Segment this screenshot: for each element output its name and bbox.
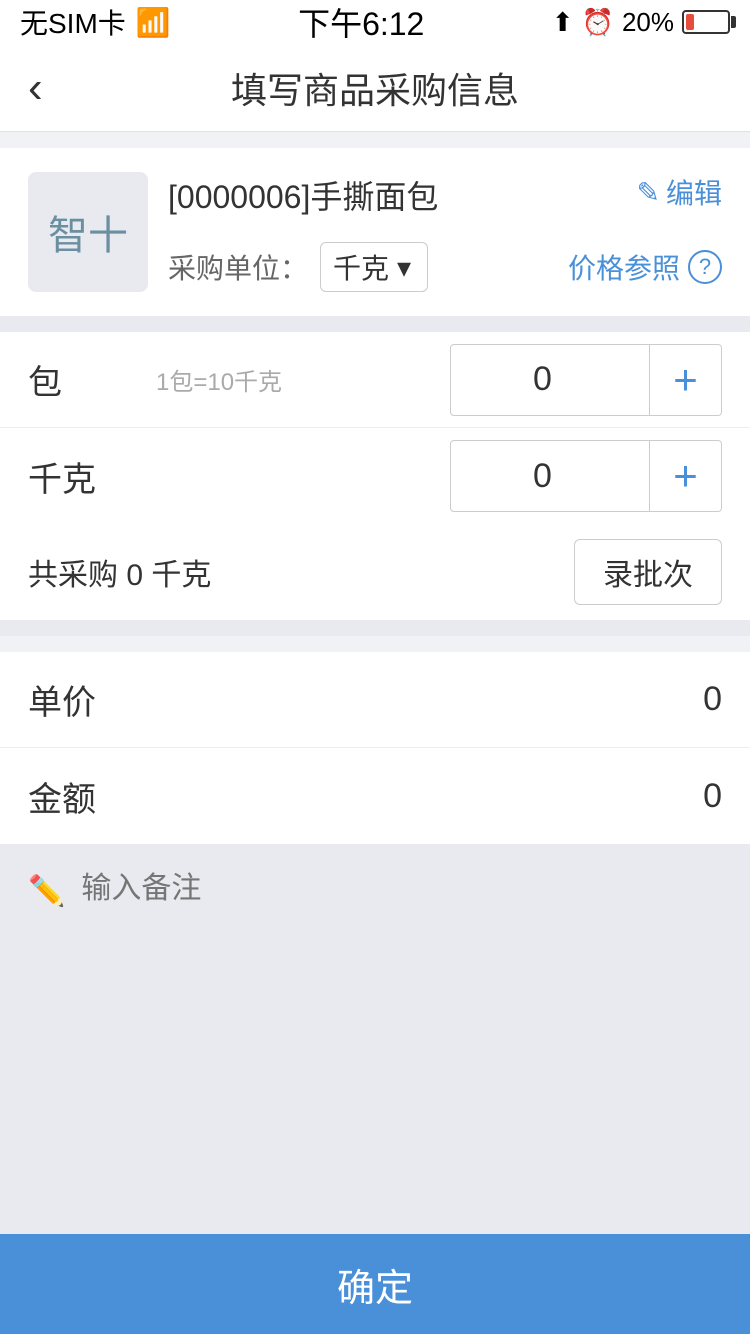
bao-sub: 1包=10千克 xyxy=(156,362,282,397)
product-image: 智十 xyxy=(28,172,148,292)
product-id: [0000006] xyxy=(168,179,310,215)
bao-label: 包 xyxy=(28,355,148,404)
unit-value: 千克 xyxy=(333,247,389,287)
kg-label: 千克 xyxy=(28,452,148,501)
product-name: [0000006]手撕面包 xyxy=(168,172,438,218)
product-logo: 智十 xyxy=(48,203,128,261)
bao-row: 包 1包=10千克 + xyxy=(0,332,750,428)
price-label: 单价 xyxy=(28,675,96,724)
remark-input[interactable] xyxy=(81,872,722,906)
product-unit-row: 采购单位： 千克 ▾ 价格参照 ? xyxy=(168,242,722,292)
unit-select[interactable]: 千克 ▾ xyxy=(320,242,428,292)
price-value: 0 xyxy=(703,680,722,719)
kg-qty-box: + xyxy=(450,440,722,512)
kg-input[interactable] xyxy=(450,440,650,512)
summary-text: 共采购 0 千克 xyxy=(28,550,211,594)
product-info: [0000006]手撕面包 ✎ 编辑 采购单位： 千克 ▾ 价格参照 ? xyxy=(168,172,722,292)
location-icon: ⬆ xyxy=(552,7,574,38)
back-button[interactable]: ‹ xyxy=(28,63,43,113)
price-section: 单价 0 金额 0 xyxy=(0,652,750,844)
input-section: 包 1包=10千克 + 千克 + xyxy=(0,332,750,524)
status-time: 下午6:12 xyxy=(298,0,424,45)
edit-label: 编辑 xyxy=(666,172,722,212)
unit-prefix: 采购单位： xyxy=(168,247,308,287)
pencil-icon: ✏️ xyxy=(28,874,65,909)
price-ref-button[interactable]: 价格参照 ? xyxy=(568,247,722,287)
confirm-button[interactable]: 确定 xyxy=(0,1234,750,1334)
bao-plus-button[interactable]: + xyxy=(650,344,722,416)
edit-icon: ✎ xyxy=(637,176,660,209)
price-ref-label: 价格参照 xyxy=(568,247,680,287)
product-title: 手撕面包 xyxy=(310,179,438,215)
product-card: 智十 [0000006]手撕面包 ✎ 编辑 采购单位： 千克 ▾ 价格参照 ? xyxy=(0,148,750,316)
page-title: 填写商品采购信息 xyxy=(231,62,519,114)
status-left: 无SIM卡 📶 xyxy=(20,2,171,42)
summary-row: 共采购 0 千克 录批次 xyxy=(0,524,750,620)
bao-input[interactable] xyxy=(450,344,650,416)
content-spacer xyxy=(0,964,750,1264)
divider-2 xyxy=(0,620,750,636)
amount-label: 金额 xyxy=(28,772,96,821)
batch-button[interactable]: 录批次 xyxy=(574,539,722,605)
bao-qty-box: + xyxy=(450,344,722,416)
battery-percent: 20% xyxy=(622,7,674,38)
product-name-row: [0000006]手撕面包 ✎ 编辑 xyxy=(168,172,722,218)
status-bar: 无SIM卡 📶 下午6:12 ⬆ ⏰ 20% xyxy=(0,0,750,44)
kg-row: 千克 + xyxy=(0,428,750,524)
price-row: 单价 0 xyxy=(0,652,750,748)
help-icon: ? xyxy=(688,250,722,284)
unit-selector-area: 采购单位： 千克 ▾ xyxy=(168,242,428,292)
amount-row: 金额 0 xyxy=(0,748,750,844)
edit-button[interactable]: ✎ 编辑 xyxy=(637,172,722,212)
status-right: ⬆ ⏰ 20% xyxy=(552,7,730,38)
chevron-down-icon: ▾ xyxy=(397,251,411,284)
wifi-icon: 📶 xyxy=(136,6,171,39)
kg-plus-button[interactable]: + xyxy=(650,440,722,512)
remark-section: ✏️ xyxy=(0,844,750,964)
divider-1 xyxy=(0,316,750,332)
alarm-icon: ⏰ xyxy=(582,7,614,38)
battery-icon xyxy=(682,10,730,34)
carrier-text: 无SIM卡 xyxy=(20,2,126,42)
nav-bar: ‹ 填写商品采购信息 xyxy=(0,44,750,132)
amount-value: 0 xyxy=(703,777,722,816)
